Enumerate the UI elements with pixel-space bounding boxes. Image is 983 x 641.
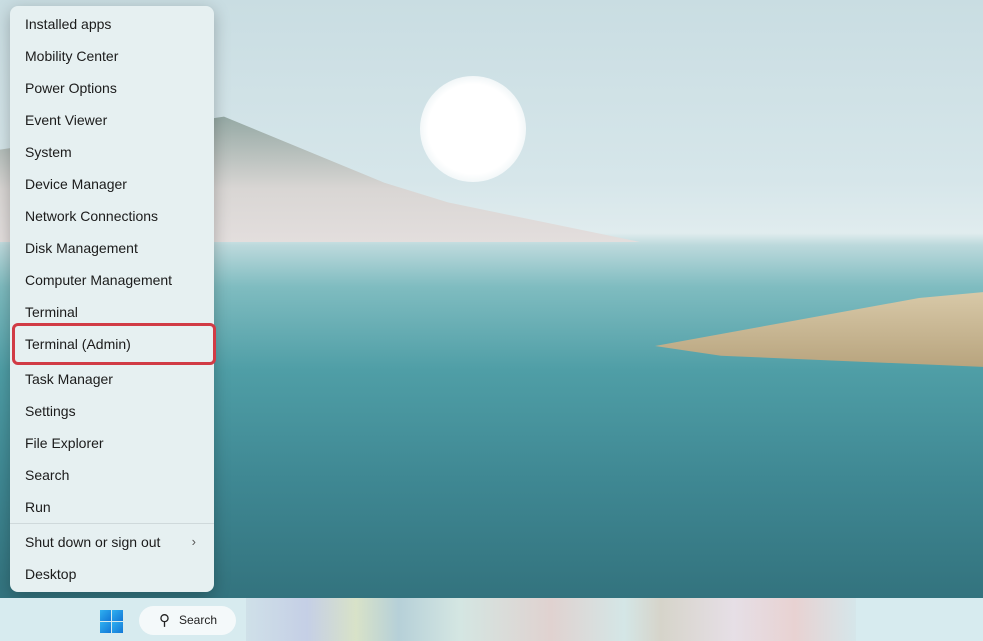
menu-item-search[interactable]: Search — [10, 460, 214, 490]
menu-item-label: Terminal — [25, 304, 78, 320]
menu-item-label: File Explorer — [25, 435, 104, 451]
menu-item-disk-management[interactable]: Disk Management — [10, 233, 214, 263]
search-label: Search — [179, 613, 218, 627]
taskbar: ⚲ Search — [0, 598, 983, 641]
menu-item-label: Search — [25, 467, 70, 483]
menu-item-desktop[interactable]: Desktop — [10, 559, 214, 589]
search-icon: ⚲ — [159, 612, 170, 629]
menu-item-label: Device Manager — [25, 176, 127, 192]
menu-item-label: Settings — [25, 403, 76, 419]
menu-item-network-connections[interactable]: Network Connections — [10, 201, 214, 231]
menu-item-label: Terminal (Admin) — [25, 336, 131, 352]
menu-item-label: Run — [25, 499, 51, 515]
menu-item-label: System — [25, 144, 72, 160]
wallpaper-sun — [420, 76, 526, 182]
menu-item-label: Disk Management — [25, 240, 138, 256]
menu-separator — [10, 523, 214, 524]
menu-item-label: Power Options — [25, 80, 117, 96]
menu-item-run[interactable]: Run — [10, 492, 214, 522]
menu-item-shut-down-or-sign-out[interactable]: Shut down or sign out › — [10, 527, 214, 557]
menu-item-task-manager[interactable]: Task Manager — [10, 364, 214, 394]
wallpaper-island — [655, 292, 983, 367]
menu-item-settings[interactable]: Settings — [10, 396, 214, 426]
menu-item-label: Task Manager — [25, 371, 113, 387]
menu-item-file-explorer[interactable]: File Explorer — [10, 428, 214, 458]
taskbar-apps-area — [246, 598, 856, 641]
menu-item-system[interactable]: System — [10, 137, 214, 167]
menu-item-label: Shut down or sign out — [25, 534, 161, 550]
menu-item-installed-apps[interactable]: Installed apps — [10, 9, 214, 39]
windows-logo-icon[interactable] — [100, 610, 123, 633]
menu-item-terminal[interactable]: Terminal — [10, 297, 214, 327]
menu-item-computer-management[interactable]: Computer Management — [10, 265, 214, 295]
quick-link-menu: Installed apps Mobility Center Power Optio… — [10, 6, 216, 592]
menu-item-device-manager[interactable]: Device Manager — [10, 169, 214, 199]
menu-item-label: Mobility Center — [25, 48, 119, 64]
chevron-right-icon: › — [191, 534, 196, 549]
menu-item-mobility-center[interactable]: Mobility Center — [10, 41, 214, 71]
menu-item-label: Computer Management — [25, 272, 173, 288]
taskbar-search-button[interactable]: ⚲ Search — [139, 606, 236, 635]
menu-item-label: Event Viewer — [25, 112, 108, 128]
menu-item-event-viewer[interactable]: Event Viewer — [10, 105, 214, 135]
menu-item-label: Installed apps — [25, 16, 112, 32]
menu-item-label: Desktop — [25, 566, 77, 582]
menu-item-label: Network Connections — [25, 208, 159, 224]
menu-item-power-options[interactable]: Power Options — [10, 73, 214, 103]
menu-item-terminal-admin[interactable]: Terminal (Admin) — [12, 323, 216, 365]
